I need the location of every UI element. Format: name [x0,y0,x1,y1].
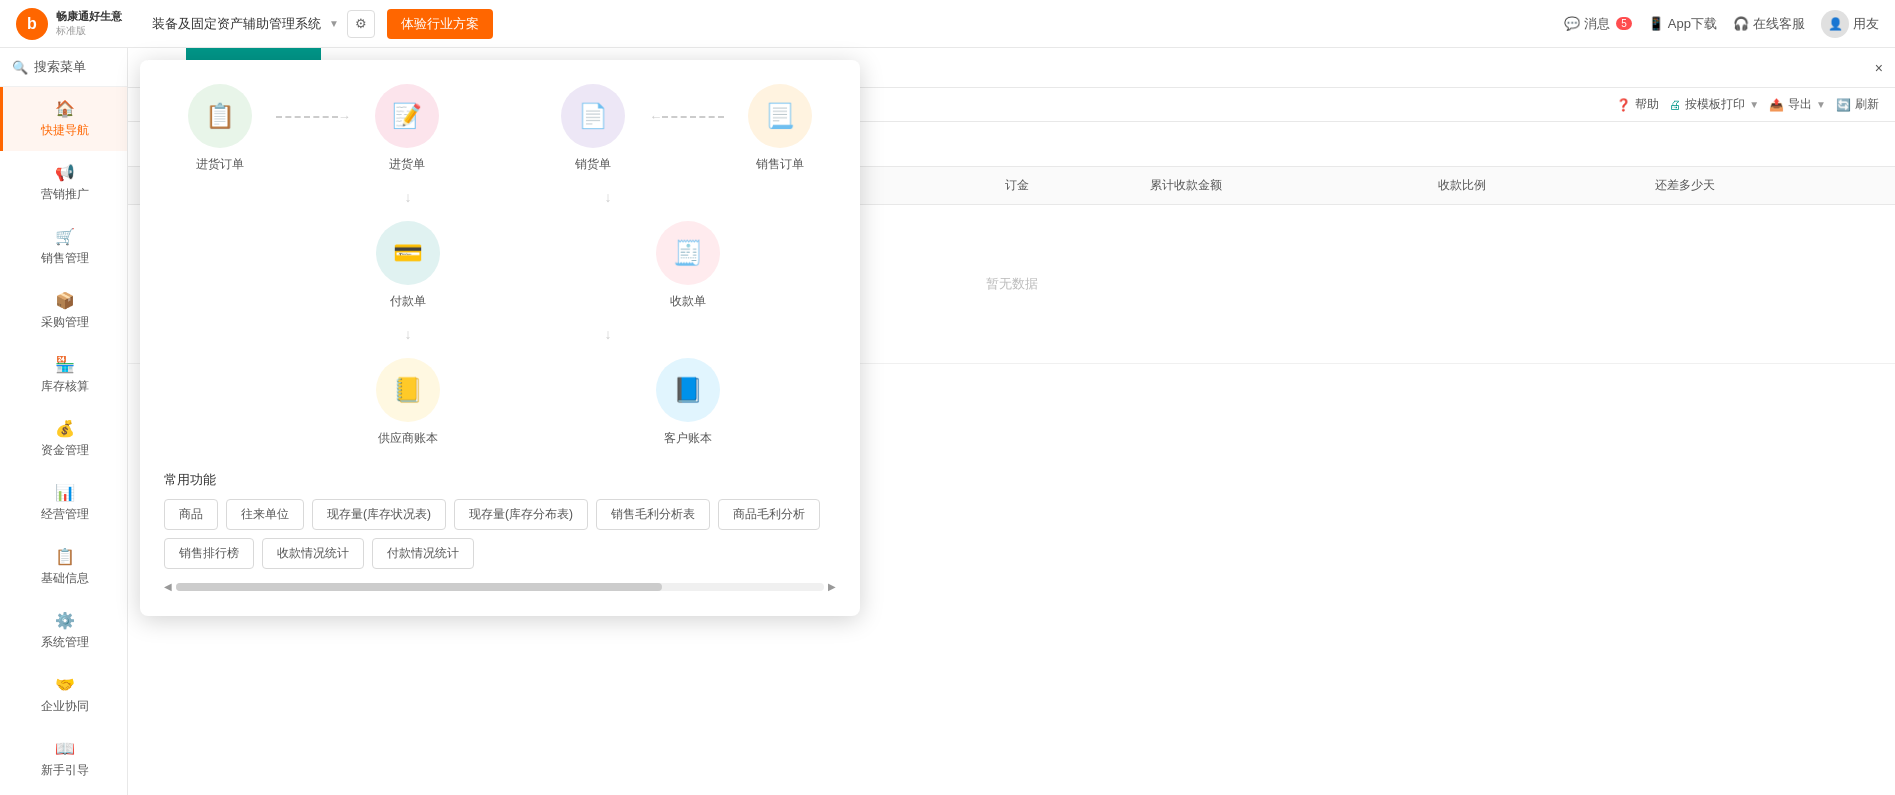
flow-node-sales-order[interactable]: 📃 销售订单 [724,84,836,173]
flow-node-sales-bill[interactable]: 📄 销货单 [537,84,649,173]
arrow-receipt-down: ↓ [548,326,668,342]
supplier-ledger-icon: 📒 [393,376,423,404]
arrow-payment-down: ↓ [348,326,468,342]
flow-arrows-down-row2: ↓ ↓ [164,326,836,342]
flow-node-supplier-ledger[interactable]: 📒 供应商账本 [348,358,468,447]
arrow-purchase-bill-down: ↓ [348,189,468,205]
payment-label: 付款单 [390,293,426,310]
func-btn-7[interactable]: 收款情况统计 [262,538,364,569]
supplier-ledger-label: 供应商账本 [378,430,438,447]
sales-bill-label: 销货单 [575,156,611,173]
func-btn-1[interactable]: 往来单位 [226,499,304,530]
func-btn-4[interactable]: 销售毛利分析表 [596,499,710,530]
flow-node-receipt[interactable]: 🧾 收款单 [628,221,748,310]
scrollbar-thumb [176,583,662,591]
quick-nav-popup: 📋 进货订单 → [140,60,860,616]
receipt-label: 收款单 [670,293,706,310]
func-btn-3[interactable]: 现存量(库存分布表) [454,499,588,530]
flow-node-customer-ledger[interactable]: 📘 客户账本 [628,358,748,447]
receipt-icon: 🧾 [673,239,703,267]
flow-row-1: 📋 进货订单 → [164,84,836,173]
arrow-sales-order-to-bill: ← [649,109,724,148]
flow-node-payment[interactable]: 💳 付款单 [348,221,468,310]
func-btn-8[interactable]: 付款情况统计 [372,538,474,569]
purchase-order-icon: 📋 [205,102,235,130]
purchase-bill-label: 进货单 [389,156,425,173]
sales-order-label: 销售订单 [756,156,804,173]
func-btn-6[interactable]: 销售排行榜 [164,538,254,569]
supplier-ledger-circle: 📒 [376,358,440,422]
receipt-circle: 🧾 [656,221,720,285]
scroll-right-arrow[interactable]: ▶ [828,581,836,592]
func-btn-0[interactable]: 商品 [164,499,218,530]
purchase-order-circle: 📋 [188,84,252,148]
scroll-left-arrow[interactable]: ◀ [164,581,172,592]
sales-order-icon: 📃 [765,102,795,130]
customer-ledger-circle: 📘 [656,358,720,422]
customer-ledger-label: 客户账本 [664,430,712,447]
sales-order-circle: 📃 [748,84,812,148]
flow-arrows-down-row: ↓ ↓ [164,189,836,205]
popup-scrollbar: ◀ ▶ [164,581,836,592]
purchase-order-label: 进货订单 [196,156,244,173]
popup-overlay: 📋 进货订单 → [128,48,1895,795]
flow-row-2: 💳 付款单 🧾 收款单 [164,221,836,310]
sales-bill-icon: 📄 [578,102,608,130]
arrow-sales-bill-down: ↓ [548,189,668,205]
common-title: 常用功能 [164,471,836,489]
flow-node-purchase-bill[interactable]: 📝 进货单 [351,84,463,173]
arrow-purchase-order-to-bill: → [276,109,351,148]
func-btn-5[interactable]: 商品毛利分析 [718,499,820,530]
flow-row-3: 📒 供应商账本 📘 客户账本 [164,358,836,447]
function-buttons: 商品往来单位现存量(库存状况表) 现存量(库存分布表) 销售毛利分析表商品毛利分析销… [164,499,836,569]
flow-diagram: 📋 进货订单 → [164,84,836,447]
scrollbar-track[interactable] [176,583,824,591]
payment-circle: 💳 [376,221,440,285]
payment-icon: 💳 [393,239,423,267]
flow-node-purchase-order[interactable]: 📋 进货订单 [164,84,276,173]
purchase-bill-circle: 📝 [375,84,439,148]
common-functions-section: 常用功能 商品往来单位现存量(库存状况表) 现存量(库存分布表) 销售毛利分析表商品… [164,471,836,569]
purchase-bill-icon: 📝 [392,102,422,130]
func-btn-2[interactable]: 现存量(库存状况表) [312,499,446,530]
sales-bill-circle: 📄 [561,84,625,148]
customer-ledger-icon: 📘 [673,376,703,404]
